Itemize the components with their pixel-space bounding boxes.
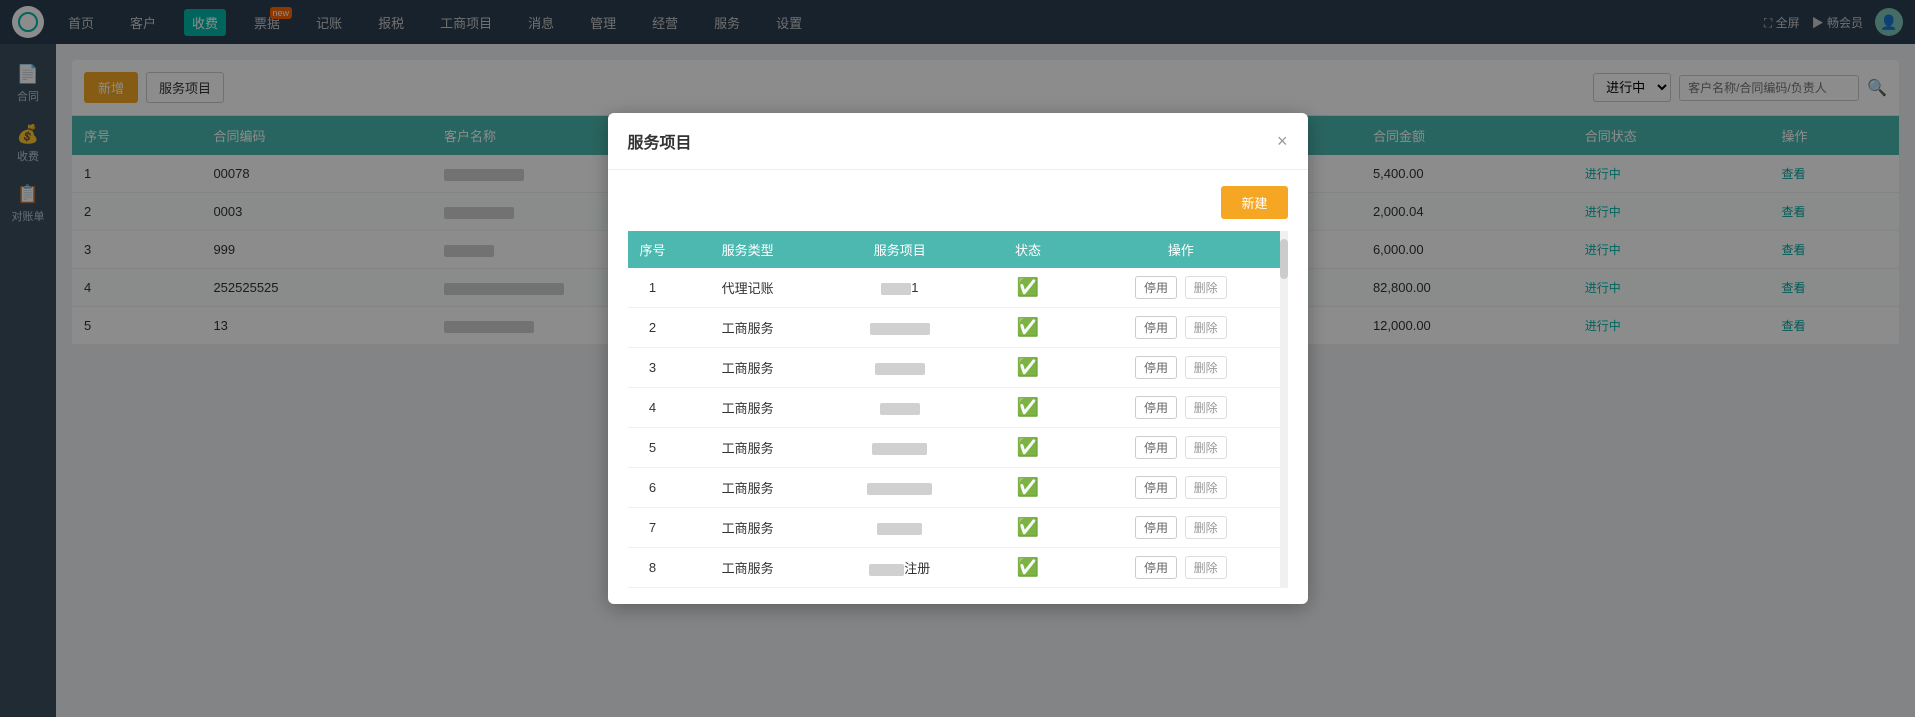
service-items-table: 序号 服务类型 服务项目 状态 操作 1 代理记账 1 ✅ bbox=[628, 231, 1288, 588]
modal-row-item bbox=[818, 388, 982, 428]
modal-table-row: 8 工商服务 注册 ✅ 停用 删除 bbox=[628, 548, 1288, 588]
modal-table-row: 5 工商服务 ✅ 停用 删除 bbox=[628, 428, 1288, 468]
modal-row-status: ✅ bbox=[982, 348, 1074, 388]
modal-row-status: ✅ bbox=[982, 468, 1074, 508]
modal-row-type: 工商服务 bbox=[678, 388, 818, 428]
modal-row-type: 工商服务 bbox=[678, 308, 818, 348]
create-service-button[interactable]: 新建 bbox=[1221, 186, 1287, 219]
modal-row-type: 工商服务 bbox=[678, 348, 818, 388]
modal-row-seq: 2 bbox=[628, 308, 678, 348]
modal-row-status: ✅ bbox=[982, 508, 1074, 548]
modal-row-status: ✅ bbox=[982, 428, 1074, 468]
modal-table-row: 1 代理记账 1 ✅ 停用 删除 bbox=[628, 268, 1288, 308]
modal-row-seq: 6 bbox=[628, 468, 678, 508]
stop-button[interactable]: 停用 bbox=[1135, 556, 1177, 579]
modal-row-seq: 5 bbox=[628, 428, 678, 468]
modal-row-item bbox=[818, 308, 982, 348]
modal-table-row: 4 工商服务 ✅ 停用 删除 bbox=[628, 388, 1288, 428]
modal-table-row: 2 工商服务 ✅ 停用 删除 bbox=[628, 308, 1288, 348]
delete-button[interactable]: 删除 bbox=[1185, 316, 1227, 339]
delete-button[interactable]: 删除 bbox=[1185, 516, 1227, 539]
modal-table-row: 3 工商服务 ✅ 停用 删除 bbox=[628, 348, 1288, 388]
modal-row-item bbox=[818, 468, 982, 508]
stop-button[interactable]: 停用 bbox=[1135, 276, 1177, 299]
modal-row-seq: 8 bbox=[628, 548, 678, 588]
modal-row-type: 工商服务 bbox=[678, 428, 818, 468]
modal-row-actions[interactable]: 停用 删除 bbox=[1074, 308, 1287, 348]
modal-col-action: 操作 bbox=[1074, 231, 1287, 268]
modal-table-row: 6 工商服务 ✅ 停用 删除 bbox=[628, 468, 1288, 508]
modal-title: 服务项目 bbox=[628, 129, 692, 153]
modal-row-item: 注册 bbox=[818, 548, 982, 588]
modal-row-status: ✅ bbox=[982, 388, 1074, 428]
modal-row-item bbox=[818, 348, 982, 388]
modal-row-status: ✅ bbox=[982, 308, 1074, 348]
modal-row-seq: 3 bbox=[628, 348, 678, 388]
modal-col-item: 服务项目 bbox=[818, 231, 982, 268]
modal-row-type: 工商服务 bbox=[678, 508, 818, 548]
modal-row-actions[interactable]: 停用 删除 bbox=[1074, 268, 1287, 308]
modal-row-status: ✅ bbox=[982, 268, 1074, 308]
modal-row-actions[interactable]: 停用 删除 bbox=[1074, 348, 1287, 388]
modal-col-seq: 序号 bbox=[628, 231, 678, 268]
modal-table-row: 7 工商服务 ✅ 停用 删除 bbox=[628, 508, 1288, 548]
stop-button[interactable]: 停用 bbox=[1135, 516, 1177, 539]
modal-col-type: 服务类型 bbox=[678, 231, 818, 268]
modal-row-item: 1 bbox=[818, 268, 982, 308]
scrollbar-track[interactable] bbox=[1280, 231, 1288, 588]
delete-button[interactable]: 删除 bbox=[1185, 276, 1227, 299]
modal-row-seq: 1 bbox=[628, 268, 678, 308]
modal-row-actions[interactable]: 停用 删除 bbox=[1074, 548, 1287, 588]
modal-col-status: 状态 bbox=[982, 231, 1074, 268]
modal-row-item bbox=[818, 428, 982, 468]
delete-button[interactable]: 删除 bbox=[1185, 436, 1227, 459]
modal-toolbar: 新建 bbox=[628, 186, 1288, 219]
modal-body: 新建 序号 服务类型 服务项目 状态 操作 bbox=[608, 170, 1308, 604]
delete-button[interactable]: 删除 bbox=[1185, 556, 1227, 579]
modal-row-actions[interactable]: 停用 删除 bbox=[1074, 508, 1287, 548]
stop-button[interactable]: 停用 bbox=[1135, 476, 1177, 499]
modal-close-button[interactable]: × bbox=[1277, 131, 1288, 152]
modal-row-seq: 7 bbox=[628, 508, 678, 548]
service-items-modal: 服务项目 × 新建 序号 服务类型 服务项目 状态 操作 bbox=[608, 113, 1308, 604]
stop-button[interactable]: 停用 bbox=[1135, 436, 1177, 459]
delete-button[interactable]: 删除 bbox=[1185, 356, 1227, 379]
modal-row-item bbox=[818, 508, 982, 548]
stop-button[interactable]: 停用 bbox=[1135, 396, 1177, 419]
modal-row-actions[interactable]: 停用 删除 bbox=[1074, 428, 1287, 468]
modal-overlay: 服务项目 × 新建 序号 服务类型 服务项目 状态 操作 bbox=[0, 0, 1915, 717]
modal-header: 服务项目 × bbox=[608, 113, 1308, 170]
scrollbar-thumb[interactable] bbox=[1280, 239, 1288, 279]
stop-button[interactable]: 停用 bbox=[1135, 316, 1177, 339]
stop-button[interactable]: 停用 bbox=[1135, 356, 1177, 379]
delete-button[interactable]: 删除 bbox=[1185, 476, 1227, 499]
modal-row-actions[interactable]: 停用 删除 bbox=[1074, 388, 1287, 428]
modal-row-type: 代理记账 bbox=[678, 268, 818, 308]
delete-button[interactable]: 删除 bbox=[1185, 396, 1227, 419]
modal-row-type: 工商服务 bbox=[678, 548, 818, 588]
modal-row-seq: 4 bbox=[628, 388, 678, 428]
modal-row-actions[interactable]: 停用 删除 bbox=[1074, 468, 1287, 508]
modal-row-status: ✅ bbox=[982, 548, 1074, 588]
modal-row-type: 工商服务 bbox=[678, 468, 818, 508]
